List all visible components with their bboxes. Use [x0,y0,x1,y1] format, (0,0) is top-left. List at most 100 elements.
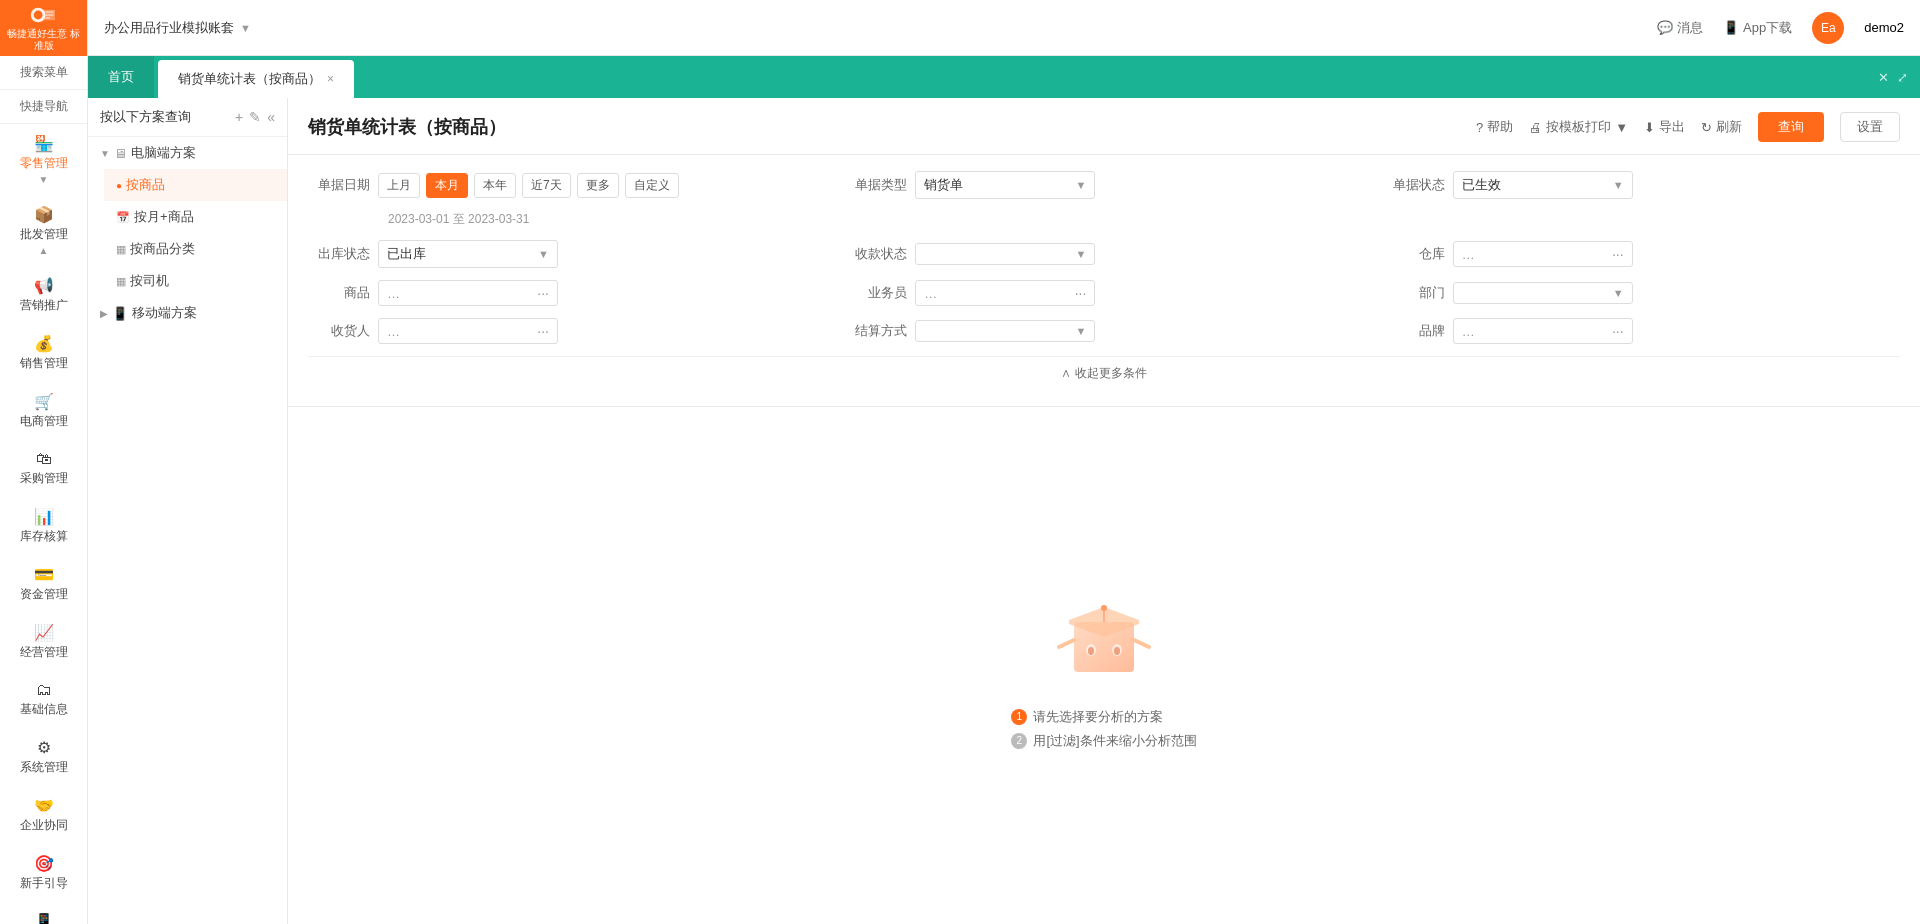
sidebar-item-inventory[interactable]: 📊 库存核算 [0,497,87,555]
tree-leaf-category[interactable]: ▦ 按商品分类 [104,233,287,265]
goods-dots-icon[interactable]: ··· [537,285,549,301]
svg-point-5 [1088,647,1094,655]
warehouse-select[interactable]: … ··· [1453,241,1633,267]
print-label: 按模板打印 [1546,118,1611,136]
recipient-dots-icon[interactable]: ··· [537,323,549,339]
sidebar-item-sales[interactable]: 💰 销售管理 [0,324,87,382]
tree-desktop-arrow: ▼ [100,148,110,159]
edit-scheme-icon[interactable]: ✎ [249,109,261,125]
sidebar-item-apps[interactable]: 📱 应用中心 [0,902,87,924]
filter-warehouse: 仓库 … ··· [1383,241,1900,267]
goods-select[interactable]: … ··· [378,280,558,306]
tab-active[interactable]: 销货单统计表（按商品） × [158,60,354,98]
recipient-placeholder: … [387,324,400,339]
btn-more[interactable]: 更多 [577,173,619,198]
message-btn[interactable]: 💬 消息 [1657,19,1703,37]
tab-close-icon[interactable]: × [327,72,334,86]
recipient-select[interactable]: … ··· [378,318,558,344]
filter-out-status: 出库状态 已出库 ▼ [308,240,825,268]
system-icon: ⚙ [37,738,51,757]
tree-leaf-month-goods[interactable]: 📅 按月+商品 [104,201,287,233]
settlement-select[interactable]: ▼ [915,320,1095,342]
brand-control: … ··· [1453,318,1900,344]
brand-select[interactable]: … ··· [1453,318,1633,344]
date-range-row: 2023-03-01 至 2023-03-31 [388,211,1900,228]
query-button[interactable]: 查询 [1758,112,1824,142]
search-menu[interactable]: 搜索菜单 [0,56,87,90]
tab-home[interactable]: 首页 [88,56,154,98]
tab-spacer [354,56,1866,98]
doc-status-select[interactable]: 已生效 ▼ [1453,171,1633,199]
avatar[interactable]: Ea [1812,12,1844,44]
department-arrow-icon: ▼ [1613,287,1624,299]
salesperson-label: 业务员 [845,284,915,302]
tree-mobile-header[interactable]: ▶ 📱 移动端方案 [88,297,287,329]
wholesale-icon: 📦 [34,205,54,224]
pay-status-select[interactable]: ▼ [915,243,1095,265]
btn-custom[interactable]: 自定义 [625,173,679,198]
refresh-btn[interactable]: ↻ 刷新 [1701,118,1742,136]
sidebar-item-ecommerce[interactable]: 🛒 电商管理 [0,382,87,440]
doc-status-value: 已生效 [1462,176,1501,194]
sidebar-item-system[interactable]: ⚙ 系统管理 [0,728,87,786]
empty-tip-1: 1 请先选择要分析的方案 [1011,708,1196,726]
retail-icon: 🏪 [34,134,54,153]
help-btn[interactable]: ? 帮助 [1476,118,1513,136]
sidebar-item-marketing[interactable]: 📢 营销推广 [0,266,87,324]
app-download-btn[interactable]: 📱 App下载 [1723,19,1792,37]
tree-leaf-driver[interactable]: ▦ 按司机 [104,265,287,297]
tip-num-1: 1 [1011,709,1027,725]
collapse-bar[interactable]: ∧ 收起更多条件 [308,356,1900,390]
driver-icon: ▦ [116,275,126,288]
sidebar-item-retail[interactable]: 🏪 零售管理 ▼ [0,124,87,195]
page-actions: ? 帮助 🖨 按模板打印 ▼ ⬇ 导出 ↻ [1476,112,1900,142]
sidebar-item-wholesale[interactable]: 📦 批发管理 ▲ [0,195,87,266]
collapse-panel-icon[interactable]: « [267,109,275,125]
export-btn[interactable]: ⬇ 导出 [1644,118,1685,136]
filter-doc-type: 单据类型 销货单 ▼ [845,171,1362,199]
print-arrow-icon: ▼ [1615,120,1628,135]
date-label: 单据日期 [308,176,378,194]
sidebar-item-purchase[interactable]: 🛍 采购管理 [0,440,87,497]
doc-type-select[interactable]: 销货单 ▼ [915,171,1095,199]
doc-status-control: 已生效 ▼ [1453,171,1900,199]
btn-this-year[interactable]: 本年 [474,173,516,198]
goods-placeholder: … [387,286,400,301]
out-status-value: 已出库 [387,245,426,263]
page-content: 按以下方案查询 + ✎ « ▼ 🖥 电脑端方案 ● 按商品 [88,98,1920,924]
warehouse-dots-icon[interactable]: ··· [1612,246,1624,262]
sidebar-item-operations[interactable]: 📈 经营管理 [0,613,87,671]
tab-maximize-btn[interactable]: ⤢ [1897,70,1908,85]
brand-placeholder: … [1462,324,1475,339]
add-scheme-icon[interactable]: + [235,109,243,125]
out-status-select[interactable]: 已出库 ▼ [378,240,558,268]
btn-this-month[interactable]: 本月 [426,173,468,198]
sidebar-item-finance[interactable]: 💳 资金管理 [0,555,87,613]
btn-last-month[interactable]: 上月 [378,173,420,198]
pay-status-arrow-icon: ▼ [1075,248,1086,260]
header-right: 💬 消息 📱 App下载 Ea demo2 [1657,12,1904,44]
tree-leaf-goods[interactable]: ● 按商品 [104,169,287,201]
pay-status-label: 收款状态 [845,245,915,263]
print-btn[interactable]: 🖨 按模板打印 ▼ [1529,118,1628,136]
department-select[interactable]: ▼ [1453,282,1633,304]
apps-icon: 📱 [34,912,54,924]
avatar-initials: Ea [1821,21,1836,35]
left-panel: 按以下方案查询 + ✎ « ▼ 🖥 电脑端方案 ● 按商品 [88,98,288,924]
salesperson-select[interactable]: … ··· [915,280,1095,306]
brand-dots-icon[interactable]: ··· [1612,323,1624,339]
industry-dropdown-icon[interactable]: ▼ [240,22,251,34]
tree-desktop-header[interactable]: ▼ 🖥 电脑端方案 [88,137,287,169]
sidebar-item-guide[interactable]: 🎯 新手引导 [0,844,87,902]
empty-icon [1049,582,1159,692]
empty-illustration [1049,582,1159,692]
sidebar-item-base[interactable]: 🗂 基础信息 [0,671,87,728]
settings-button[interactable]: 设置 [1840,112,1900,142]
salesperson-dots-icon[interactable]: ··· [1075,285,1087,301]
page-title: 销货单统计表（按商品） [308,115,506,139]
btn-last7[interactable]: 近7天 [522,173,571,198]
tab-close-btn[interactable]: ✕ [1878,70,1889,85]
sidebar-item-corp[interactable]: 🤝 企业协同 [0,786,87,844]
quick-nav[interactable]: 快捷导航 [0,90,87,124]
tree-mobile-folder-icon: 📱 [112,306,128,321]
